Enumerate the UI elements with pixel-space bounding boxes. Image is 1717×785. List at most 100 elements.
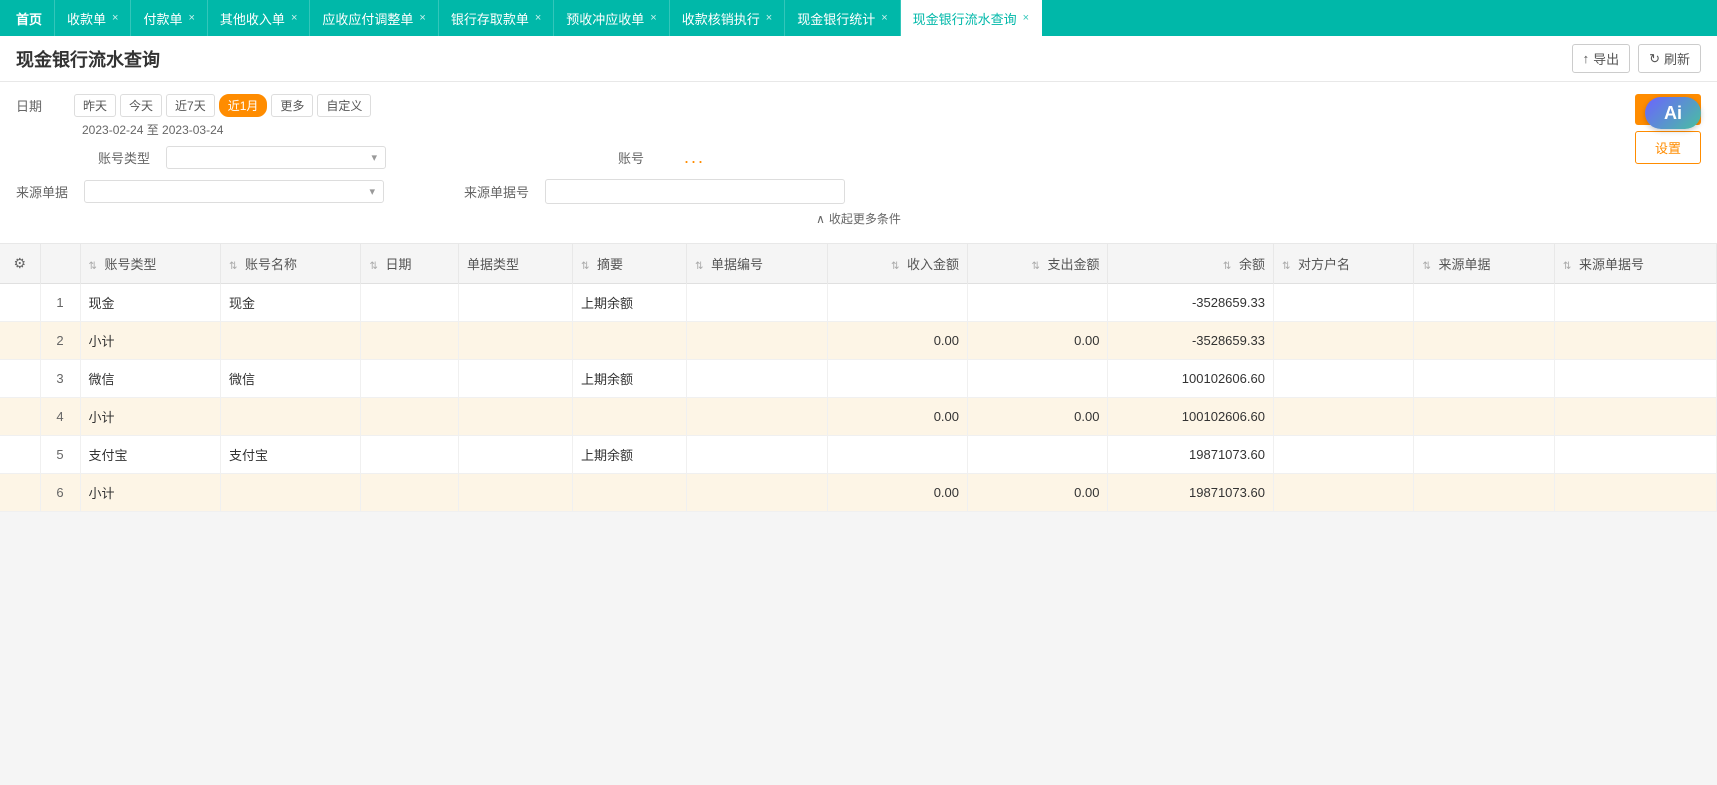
tab-close-icon[interactable]: × xyxy=(112,12,118,24)
col-expense[interactable]: ⇅ 支出金额 xyxy=(968,244,1108,284)
nav-tab-8[interactable]: 现金银行流水查询 × xyxy=(901,0,1042,36)
table-cell xyxy=(968,360,1108,398)
table-cell xyxy=(687,398,827,436)
nav-home-label: 首页 xyxy=(16,9,42,28)
tab-close-icon[interactable]: × xyxy=(419,12,425,24)
tab-close-icon[interactable]: × xyxy=(766,12,772,24)
table-cell xyxy=(1554,322,1716,360)
table-cell xyxy=(459,398,573,436)
date-btn-yesterday[interactable]: 昨天 xyxy=(74,94,116,117)
nav-tab-1[interactable]: 付款单 × xyxy=(131,0,207,36)
nav-tab-3[interactable]: 应收应付调整单 × xyxy=(310,0,438,36)
table-cell xyxy=(827,436,967,474)
date-range-display: 2023-02-24 至 2023-03-24 xyxy=(82,123,223,137)
tab-label: 其他收入单 xyxy=(220,9,285,28)
account-number-group: 账号 ... xyxy=(618,147,705,168)
tab-close-icon[interactable]: × xyxy=(188,12,194,24)
account-dots-button[interactable]: ... xyxy=(684,147,705,168)
data-table: ⚙ ⇅ 账号类型 ⇅ 账号名称 ⇅ 日期 单据类型 xyxy=(0,244,1717,512)
collapse-bar[interactable]: ∧ 收起更多条件 xyxy=(16,204,1701,231)
nav-home[interactable]: 首页 xyxy=(4,0,55,36)
date-btn-7days[interactable]: 近7天 xyxy=(166,94,215,117)
table-cell xyxy=(573,474,687,512)
settings-gear-icon[interactable]: ⚙ xyxy=(13,255,26,271)
tab-close-icon[interactable]: × xyxy=(535,12,541,24)
table-cell: 100102606.60 xyxy=(1108,360,1273,398)
nav-tab-7[interactable]: 现金银行统计 × xyxy=(785,0,900,36)
col-income[interactable]: ⇅ 收入金额 xyxy=(827,244,967,284)
export-icon: ↑ xyxy=(1583,51,1590,66)
export-button[interactable]: ↑ 导出 xyxy=(1572,44,1631,73)
source-doc-label: 来源单据 xyxy=(16,182,68,201)
table-cell xyxy=(1273,436,1413,474)
nav-tab-4[interactable]: 银行存取款单 × xyxy=(439,0,554,36)
table-row[interactable]: 5支付宝支付宝上期余额19871073.60 xyxy=(0,436,1717,474)
page-header: 现金银行流水查询 ↑ 导出 ↻ 刷新 xyxy=(0,36,1717,82)
nav-tab-0[interactable]: 收款单 × xyxy=(55,0,131,36)
table-row[interactable]: 3微信微信上期余额100102606.60 xyxy=(0,360,1717,398)
table-cell xyxy=(459,284,573,322)
table-row[interactable]: 4小计0.000.00100102606.60 xyxy=(0,398,1717,436)
refresh-button[interactable]: ↻ 刷新 xyxy=(1638,44,1701,73)
source-doc-no-input[interactable] xyxy=(545,179,845,204)
date-btn-more[interactable]: 更多 xyxy=(271,94,313,117)
sort-icon: ⇅ xyxy=(229,261,237,272)
tab-close-icon[interactable]: × xyxy=(1023,12,1029,24)
col-balance[interactable]: ⇅ 余额 xyxy=(1108,244,1273,284)
tab-close-icon[interactable]: × xyxy=(881,12,887,24)
account-label: 账号 xyxy=(618,148,668,167)
col-account-name[interactable]: ⇅ 账号名称 xyxy=(220,244,360,284)
col-source-doc-no[interactable]: ⇅ 来源单据号 xyxy=(1554,244,1716,284)
sort-icon: ⇅ xyxy=(1223,261,1231,272)
table-cell xyxy=(968,284,1108,322)
table-cell xyxy=(573,398,687,436)
settings-button[interactable]: 设置 xyxy=(1635,131,1701,164)
table-cell: 19871073.60 xyxy=(1108,474,1273,512)
table-row[interactable]: 1现金现金上期余额-3528659.33 xyxy=(0,284,1717,322)
col-summary[interactable]: ⇅ 摘要 xyxy=(573,244,687,284)
table-cell xyxy=(220,398,360,436)
collapse-label: 收起更多条件 xyxy=(829,210,901,227)
account-type-label: 账号类型 xyxy=(98,148,150,167)
date-btn-today[interactable]: 今天 xyxy=(120,94,162,117)
tab-close-icon[interactable]: × xyxy=(291,12,297,24)
source-doc-select[interactable]: ▾ xyxy=(84,180,384,203)
date-btn-custom[interactable]: 自定义 xyxy=(317,94,371,117)
nav-tab-2[interactable]: 其他收入单 × xyxy=(208,0,310,36)
ai-badge[interactable]: Ai xyxy=(1645,97,1701,129)
table-cell: 0.00 xyxy=(968,474,1108,512)
col-source-doc[interactable]: ⇅ 来源单据 xyxy=(1414,244,1554,284)
table-cell xyxy=(0,284,40,322)
date-btn-1month[interactable]: 近1月 xyxy=(219,94,268,117)
table-cell xyxy=(687,360,827,398)
table-cell xyxy=(361,436,459,474)
nav-tab-6[interactable]: 收款核销执行 × xyxy=(670,0,785,36)
account-type-select[interactable]: ▾ xyxy=(166,146,386,169)
table-cell: 微信 xyxy=(220,360,360,398)
col-doc-no[interactable]: ⇅ 单据编号 xyxy=(687,244,827,284)
col-account-type[interactable]: ⇅ 账号类型 xyxy=(80,244,220,284)
table-cell: 支付宝 xyxy=(220,436,360,474)
col-date[interactable]: ⇅ 日期 xyxy=(361,244,459,284)
tab-close-icon[interactable]: × xyxy=(650,12,656,24)
table-header-row: ⚙ ⇅ 账号类型 ⇅ 账号名称 ⇅ 日期 单据类型 xyxy=(0,244,1717,284)
table-body: 1现金现金上期余额-3528659.332小计0.000.00-3528659.… xyxy=(0,284,1717,512)
table-row[interactable]: 2小计0.000.00-3528659.33 xyxy=(0,322,1717,360)
col-settings[interactable]: ⚙ xyxy=(0,244,40,284)
col-counter-party[interactable]: ⇅ 对方户名 xyxy=(1273,244,1413,284)
nav-tab-5[interactable]: 预收冲应收单 × xyxy=(554,0,669,36)
refresh-icon: ↻ xyxy=(1649,51,1660,67)
table-cell xyxy=(1414,284,1554,322)
sort-icon: ⇅ xyxy=(369,261,377,272)
table-cell xyxy=(1273,360,1413,398)
tab-label: 收款核销执行 xyxy=(682,9,760,28)
col-seq xyxy=(40,244,80,284)
ai-label: Ai xyxy=(1664,103,1682,124)
table-cell: 0.00 xyxy=(827,474,967,512)
table-row[interactable]: 6小计0.000.0019871073.60 xyxy=(0,474,1717,512)
tab-label: 收款单 xyxy=(67,9,106,28)
table-cell xyxy=(1273,322,1413,360)
table-cell: 1 xyxy=(40,284,80,322)
table-cell xyxy=(1414,360,1554,398)
table-cell: 0.00 xyxy=(827,322,967,360)
